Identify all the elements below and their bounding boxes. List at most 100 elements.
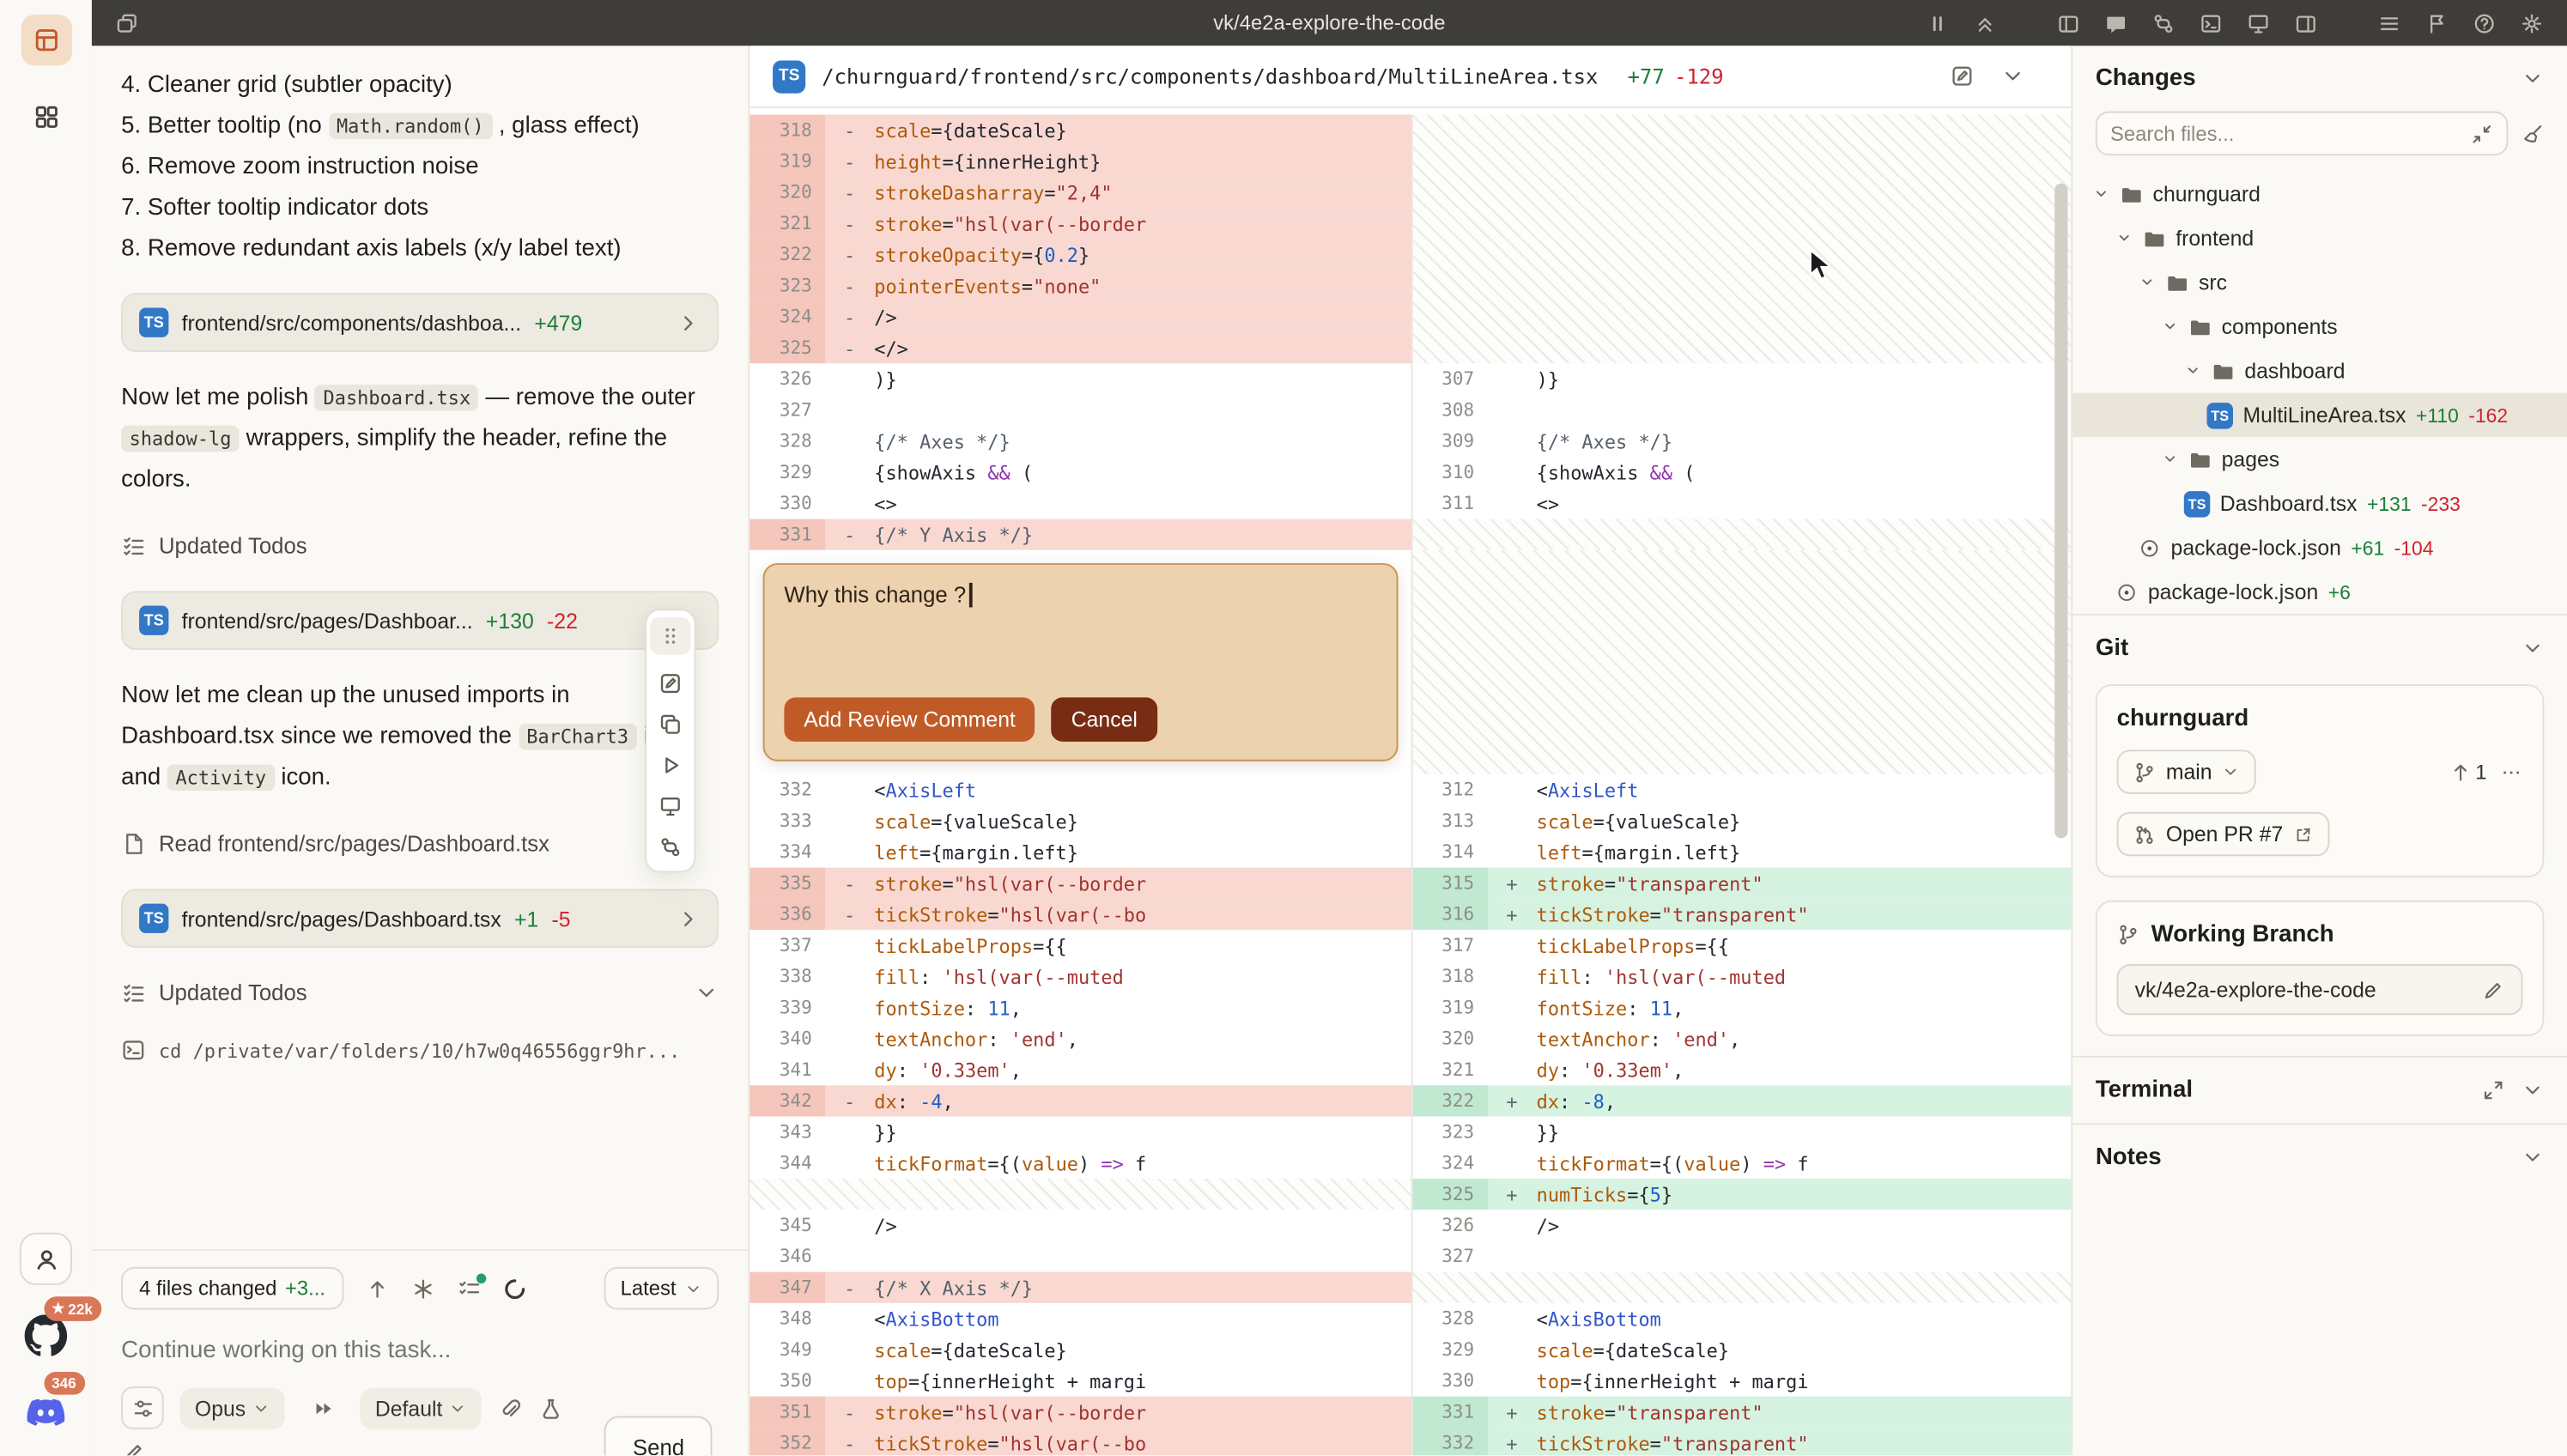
terminal-icon[interactable] — [2199, 10, 2224, 35]
diff-line[interactable]: 314 left={margin.left} — [1412, 836, 2072, 867]
comment-icon[interactable] — [2103, 10, 2128, 35]
git-compare-icon[interactable] — [2151, 10, 2176, 35]
message-input[interactable] — [121, 1338, 719, 1364]
diff-line[interactable]: 341 dy: '0.33em', — [749, 1054, 1410, 1085]
todos-button[interactable] — [457, 1276, 482, 1301]
diff-line[interactable]: 330 top={innerHeight + margi — [1412, 1365, 2072, 1396]
diff-line[interactable] — [1412, 270, 2072, 301]
diff-line[interactable]: 311 <> — [1412, 488, 2072, 519]
diff-line[interactable]: 327 — [1412, 1241, 2072, 1271]
diff-line[interactable]: 329 {showAxis && ( — [749, 457, 1410, 488]
tree-folder-churnguard[interactable]: churnguard — [2072, 172, 2567, 215]
files-changed-chip[interactable]: 4 files changed +3... — [121, 1267, 343, 1310]
diff-line[interactable]: 350 top={innerHeight + margi — [749, 1365, 1410, 1396]
diff-line[interactable]: 309 {/* Axes */} — [1412, 426, 2072, 457]
drag-handle[interactable] — [650, 617, 691, 655]
diff-line[interactable]: 320 textAnchor: 'end', — [1412, 1023, 2072, 1054]
diff-line[interactable]: 335- stroke="hsl(var(--border — [749, 868, 1410, 899]
diff-line[interactable]: 321- stroke="hsl(var(--border — [749, 208, 1410, 239]
account-button[interactable] — [20, 1233, 72, 1285]
tree-file-package-lock-json[interactable]: package-lock.json+61-104 — [2072, 525, 2567, 569]
diff-line[interactable] — [749, 1179, 1410, 1210]
chevron-down-icon[interactable] — [2521, 637, 2545, 660]
collapse-up-icon[interactable] — [1973, 10, 1998, 35]
github-link[interactable]: ★22k — [21, 1310, 71, 1361]
tree-folder-src[interactable]: src — [2072, 260, 2567, 304]
diff-line[interactable]: 332+ tickStroke="transparent" — [1412, 1428, 2072, 1455]
tree-folder-components[interactable]: components — [2072, 305, 2567, 349]
more-icon[interactable] — [2500, 761, 2523, 784]
edit-diff-icon[interactable] — [658, 671, 683, 696]
send-button[interactable]: Send — [605, 1416, 713, 1455]
open-pr-button[interactable]: Open PR #7 — [2117, 812, 2329, 856]
panel-left-icon[interactable] — [2056, 10, 2081, 35]
diff-line[interactable] — [1412, 519, 2072, 549]
search-files-box[interactable] — [2096, 112, 2509, 155]
chevron-down-icon[interactable] — [2521, 67, 2545, 90]
pause-icon[interactable] — [1926, 10, 1951, 35]
diff-line[interactable]: 334 left={margin.left} — [749, 836, 1410, 867]
diff-line[interactable]: 324- /> — [749, 301, 1410, 332]
edit-diff-icon[interactable] — [1950, 64, 1975, 88]
display-icon[interactable] — [2246, 10, 2271, 35]
diff-line[interactable]: 310 {showAxis && ( — [1412, 457, 2072, 488]
paperclip-icon[interactable] — [498, 1396, 523, 1421]
diff-line[interactable]: 329 scale={dateScale} — [1412, 1334, 2072, 1365]
help-icon[interactable] — [2472, 10, 2497, 35]
window-stack-icon[interactable] — [114, 10, 139, 35]
diff-line[interactable] — [1412, 332, 2072, 363]
diff-line[interactable]: 348 <AxisBottom — [749, 1303, 1410, 1334]
skip-button[interactable] — [301, 1386, 344, 1429]
grid-view-button[interactable] — [21, 92, 71, 143]
diff-line[interactable]: 307 )} — [1412, 363, 2072, 394]
diff-line[interactable]: 313 scale={valueScale} — [1412, 805, 2072, 836]
diff-line[interactable] — [1412, 301, 2072, 332]
diff-line[interactable]: 315+ stroke="transparent" — [1412, 868, 2072, 899]
diff-line[interactable] — [1412, 239, 2072, 270]
diff-line[interactable]: 325- </> — [749, 332, 1410, 363]
diff-line[interactable]: 323- pointerEvents="none" — [749, 270, 1410, 301]
diff-line[interactable]: 352- tickStroke="hsl(var(--bo — [749, 1428, 1410, 1455]
model-selector[interactable]: Opus — [180, 1387, 285, 1429]
scroll-top-button[interactable] — [365, 1276, 390, 1301]
diff-line[interactable]: 347- {/* X Axis */} — [749, 1272, 1410, 1303]
tree-file-package-lock-json[interactable]: package-lock.json+6 — [2072, 570, 2567, 614]
diff-line[interactable] — [1412, 550, 2072, 774]
diff-scrollbar[interactable] — [2054, 184, 2067, 839]
updated-todos-row[interactable]: Updated Todos — [121, 980, 719, 1005]
diff-line[interactable]: 322- strokeOpacity={0.2} — [749, 239, 1410, 270]
diff-line[interactable]: 345 /> — [749, 1210, 1410, 1241]
diff-line[interactable]: 321 dy: '0.33em', — [1412, 1054, 2072, 1085]
pencil-icon[interactable] — [121, 1441, 146, 1455]
chevron-down-icon[interactable] — [2000, 64, 2025, 88]
panel-right-icon[interactable] — [2294, 10, 2319, 35]
diff-line[interactable]: 320- strokeDasharray="2,4" — [749, 177, 1410, 208]
updated-todos-row[interactable]: Updated Todos — [121, 534, 719, 559]
copy-icon[interactable] — [658, 712, 683, 737]
diff-line[interactable]: 326 /> — [1412, 1210, 2072, 1241]
chevron-down-icon[interactable] — [2521, 1146, 2545, 1169]
diff-line[interactable]: 344 tickFormat={(value) => f — [749, 1148, 1410, 1179]
play-icon[interactable] — [658, 753, 683, 778]
diff-line[interactable]: 331+ stroke="transparent" — [1412, 1397, 2072, 1428]
diff-line[interactable] — [1412, 1272, 2072, 1303]
display-icon[interactable] — [658, 794, 683, 819]
file-change-chip[interactable]: TS frontend/src/pages/Dashboar... +130 -… — [121, 591, 719, 650]
review-comment-input[interactable]: Why this change ? — [784, 583, 1375, 608]
diff-line[interactable]: 323 }} — [1412, 1116, 2072, 1147]
options-button[interactable] — [121, 1386, 164, 1429]
pencil-icon[interactable] — [2482, 978, 2505, 1001]
terminal-section-header[interactable]: Terminal — [2072, 1058, 2567, 1123]
diff-line[interactable]: 312 <AxisLeft — [1412, 774, 2072, 805]
diff-line[interactable]: 337 tickLabelProps={{ — [749, 930, 1410, 961]
tree-file-dashboard-tsx[interactable]: TSDashboard.tsx+131-233 — [2072, 482, 2567, 525]
tree-folder-dashboard[interactable]: dashboard — [2072, 349, 2567, 392]
diff-line[interactable]: 332 <AxisLeft — [749, 774, 1410, 805]
diff-line[interactable] — [1412, 177, 2072, 208]
diff-line[interactable]: 328 <AxisBottom — [1412, 1303, 2072, 1334]
file-change-chip[interactable]: TS frontend/src/components/dashboa... +4… — [121, 293, 719, 352]
diff-line[interactable]: 346 — [749, 1241, 1410, 1271]
settings-icon[interactable] — [2520, 10, 2545, 35]
diff-line[interactable]: 326 )} — [749, 363, 1410, 394]
diff-line[interactable]: 308 — [1412, 395, 2072, 426]
